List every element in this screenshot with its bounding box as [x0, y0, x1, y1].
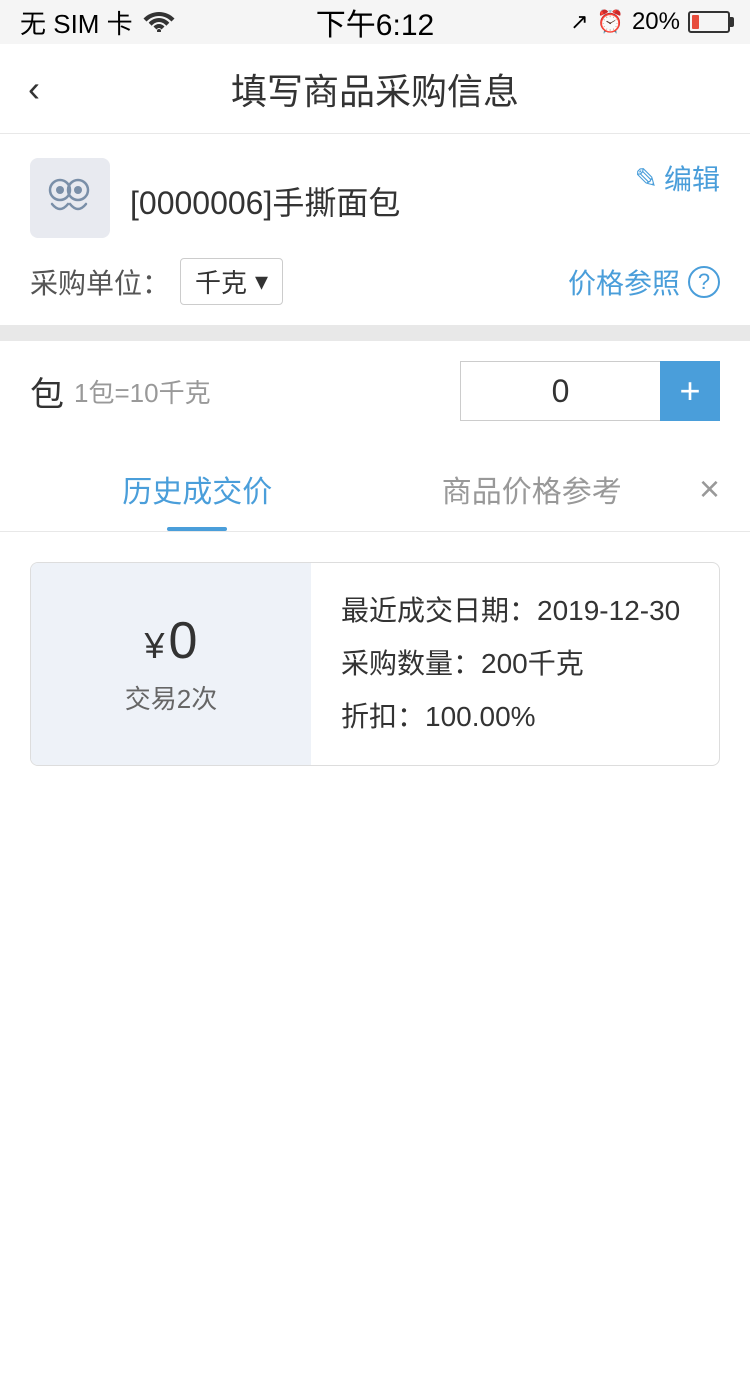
back-button[interactable]: ‹ [28, 68, 40, 110]
quantity-plus-button[interactable]: + [660, 361, 720, 421]
recent-date-row: 最近成交日期：2019-12-30 [341, 591, 689, 630]
price-card: ¥ 0 交易2次 最近成交日期：2019-12-30 采购数量：200千克 折扣… [30, 562, 720, 766]
quantity-section: 包 1包=10千克 + [0, 341, 750, 441]
unit-label: 采购单位： [30, 262, 170, 302]
tabs-section: 历史成交价 商品价格参考 × ¥ 0 交易2次 最近成交日期：2019-12-3… [0, 441, 750, 796]
unit-select[interactable]: 千克 ▾ [180, 258, 283, 305]
alarm-icon: ⏰ [597, 9, 624, 35]
quantity-unit-sub: 1包=10千克 [74, 373, 211, 410]
price-ref-label: 价格参照 [568, 262, 680, 302]
product-name: [0000006]手撕面包 [130, 172, 400, 224]
status-right: ↗ ⏰ 20% [570, 8, 730, 36]
quantity-left: 包 1包=10千克 [30, 367, 211, 416]
quantity-right: + [460, 361, 720, 421]
battery-icon [688, 11, 730, 33]
status-bar: 无 SIM 卡 下午6:12 ↗ ⏰ 20% [0, 0, 750, 44]
section-divider [0, 325, 750, 341]
product-bottom-row: 采购单位： 千克 ▾ 价格参照 ? [30, 258, 720, 305]
tab-price-reference[interactable]: 商品价格参考 [364, 441, 698, 531]
quantity-row: 采购数量：200千克 [341, 644, 689, 683]
location-icon: ↗ [570, 9, 588, 35]
product-section: [0000006]手撕面包 ✎ 编辑 采购单位： 千克 ▾ 价格参照 ? [0, 134, 750, 325]
product-top-row: [0000006]手撕面包 ✎ 编辑 [30, 158, 720, 238]
quantity-value: 200千克 [481, 648, 584, 679]
page-header: ‹ 填写商品采购信息 [0, 44, 750, 134]
price-display: ¥ 0 [145, 611, 198, 671]
bottom-space [0, 796, 750, 1396]
recent-date-value: 2019-12-30 [537, 595, 680, 626]
price-card-left: ¥ 0 交易2次 [31, 563, 311, 765]
quantity-input[interactable] [460, 361, 660, 421]
price-amount: 0 [169, 611, 198, 671]
product-left: [0000006]手撕面包 [30, 158, 400, 238]
status-time: 下午6:12 [316, 0, 434, 44]
wifi-icon [143, 6, 175, 39]
quantity-label: 采购数量： [341, 648, 481, 679]
unit-row: 采购单位： 千克 ▾ [30, 258, 283, 305]
battery-percent: 20% [632, 8, 680, 36]
recent-date-label: 最近成交日期： [341, 595, 537, 626]
price-times: 交易2次 [125, 679, 217, 716]
price-ref-button[interactable]: 价格参照 ? [568, 262, 720, 302]
price-card-container: ¥ 0 交易2次 最近成交日期：2019-12-30 采购数量：200千克 折扣… [0, 532, 750, 796]
tab-close-button[interactable]: × [699, 445, 720, 527]
discount-label: 折扣： [341, 701, 425, 732]
product-logo [30, 158, 110, 238]
tab-price-ref-label: 商品价格参考 [442, 476, 622, 509]
carrier-text: 无 SIM 卡 [20, 4, 133, 41]
tabs-header: 历史成交价 商品价格参考 × [0, 441, 750, 532]
edit-button[interactable]: ✎ 编辑 [635, 158, 720, 198]
tab-history-price[interactable]: 历史成交价 [30, 441, 364, 531]
price-currency: ¥ [145, 625, 165, 667]
quantity-unit-badge: 包 [30, 367, 64, 416]
edit-icon: ✎ [635, 162, 658, 195]
status-left: 无 SIM 卡 [20, 4, 175, 41]
discount-value: 100.00% [425, 701, 536, 732]
dropdown-arrow-icon: ▾ [255, 266, 268, 297]
tab-history-label: 历史成交价 [122, 476, 272, 509]
price-card-right: 最近成交日期：2019-12-30 采购数量：200千克 折扣：100.00% [311, 563, 719, 765]
price-ref-info-icon: ? [688, 266, 720, 298]
edit-label: 编辑 [664, 158, 720, 198]
page-title: 填写商品采购信息 [231, 63, 519, 115]
discount-row: 折扣：100.00% [341, 697, 689, 736]
unit-value: 千克 [195, 263, 247, 300]
